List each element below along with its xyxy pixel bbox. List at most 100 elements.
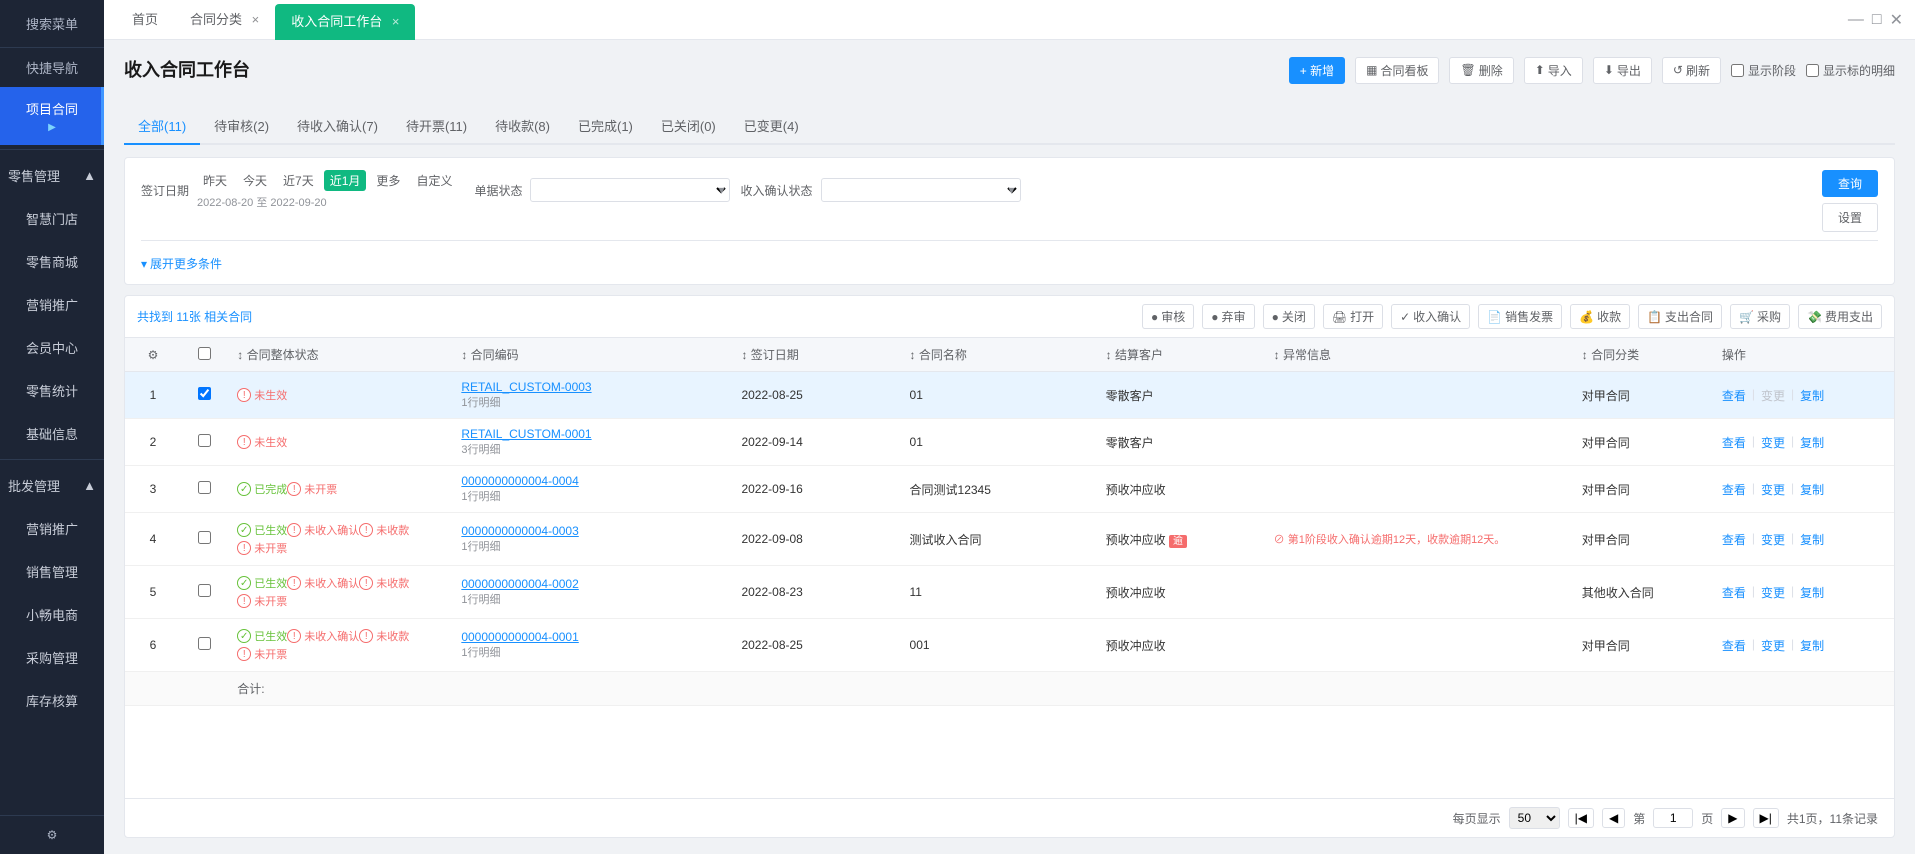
copy-link[interactable]: 复制 bbox=[1800, 584, 1824, 601]
sidebar-item-project[interactable]: 项目合同 ▶ bbox=[0, 87, 104, 145]
sidebar-item-wholesale-mgmt[interactable]: 批发管理 ▲ bbox=[0, 464, 104, 507]
view-link[interactable]: 查看 bbox=[1722, 531, 1746, 548]
tab-income-workbench[interactable]: 收入合同工作台 × bbox=[275, 4, 415, 40]
add-button[interactable]: + 新增 bbox=[1289, 57, 1345, 84]
edit-link[interactable]: 变更 bbox=[1761, 481, 1785, 498]
sidebar-item-marketing2[interactable]: 营销推广 bbox=[0, 507, 104, 550]
settings-icon[interactable]: ⚙ bbox=[148, 348, 159, 362]
view-link[interactable]: 查看 bbox=[1722, 584, 1746, 601]
row-checkbox[interactable] bbox=[198, 584, 211, 597]
edit-link[interactable]: 变更 bbox=[1761, 531, 1785, 548]
copy-link[interactable]: 复制 bbox=[1800, 481, 1824, 498]
last-page-btn[interactable]: ▶| bbox=[1753, 808, 1779, 828]
row-checkbox[interactable] bbox=[198, 531, 211, 544]
contract-code-link[interactable]: 0000000000004-0001 bbox=[461, 630, 578, 644]
sidebar-item-basic-info[interactable]: 基础信息 bbox=[0, 412, 104, 455]
purchase-btn[interactable]: 🛒 采购 bbox=[1730, 304, 1790, 329]
filter-tab-pending-income-confirm[interactable]: 待收入确认(7) bbox=[283, 108, 392, 145]
view-link[interactable]: 查看 bbox=[1722, 481, 1746, 498]
payment-btn[interactable]: 💰 收款 bbox=[1570, 304, 1630, 329]
export-button[interactable]: ⬇ 导出 bbox=[1593, 57, 1652, 84]
filter-tab-closed[interactable]: 已关闭(0) bbox=[647, 108, 730, 145]
review-btn[interactable]: ● 审核 bbox=[1142, 304, 1194, 329]
row-checkbox[interactable] bbox=[198, 637, 211, 650]
maximize-btn[interactable]: □ bbox=[1872, 11, 1882, 29]
view-link[interactable]: 查看 bbox=[1722, 434, 1746, 451]
edit-link[interactable]: 变更 bbox=[1761, 387, 1785, 404]
tab-home[interactable]: 首页 bbox=[116, 0, 174, 40]
show-stages-checkbox[interactable]: 显示阶段 bbox=[1731, 62, 1796, 79]
filter-tab-pending-payment[interactable]: 待收款(8) bbox=[481, 108, 564, 145]
sidebar-item-retail-mgmt[interactable]: 零售管理 ▲ bbox=[0, 154, 104, 197]
copy-link[interactable]: 复制 bbox=[1800, 531, 1824, 548]
filter-tab-changed[interactable]: 已变更(4) bbox=[730, 108, 813, 145]
date-last1month[interactable]: 近1月 bbox=[324, 170, 367, 191]
edit-link[interactable]: 变更 bbox=[1761, 637, 1785, 654]
date-custom[interactable]: 自定义 bbox=[410, 170, 458, 191]
edit-link[interactable]: 变更 bbox=[1761, 584, 1785, 601]
expand-conditions-btn[interactable]: ▾ 展开更多条件 bbox=[141, 255, 1878, 272]
tab-contract-cat[interactable]: 合同分类 × bbox=[174, 0, 275, 40]
sidebar-item-member[interactable]: 会员中心 bbox=[0, 326, 104, 369]
sidebar-item-inventory[interactable]: 库存核算 bbox=[0, 679, 104, 722]
sidebar-item-retail-stats[interactable]: 零售统计 bbox=[0, 369, 104, 412]
copy-link[interactable]: 复制 bbox=[1800, 387, 1824, 404]
expense-out-btn[interactable]: 💸 费用支出 bbox=[1798, 304, 1882, 329]
view-link[interactable]: 查看 bbox=[1722, 387, 1746, 404]
page-input[interactable] bbox=[1653, 808, 1693, 828]
date-yesterday[interactable]: 昨天 bbox=[197, 170, 233, 191]
contract-code-link[interactable]: 0000000000004-0003 bbox=[461, 524, 578, 538]
import-button[interactable]: ⬆ 导入 bbox=[1524, 57, 1583, 84]
minimize-btn[interactable]: — bbox=[1848, 11, 1864, 29]
contract-code-link[interactable]: 0000000000004-0004 bbox=[461, 474, 578, 488]
edit-link[interactable]: 变更 bbox=[1761, 434, 1785, 451]
sidebar-item-smart-store[interactable]: 智慧门店 bbox=[0, 197, 104, 240]
income-confirm-btn[interactable]: ✓ 收入确认 bbox=[1391, 304, 1470, 329]
tab-close-contract-cat[interactable]: × bbox=[252, 12, 260, 27]
sidebar-quick-nav[interactable]: 快捷导航 bbox=[0, 48, 104, 87]
income-confirm-select[interactable] bbox=[821, 178, 1021, 202]
view-link[interactable]: 查看 bbox=[1722, 637, 1746, 654]
date-more[interactable]: 更多 bbox=[370, 170, 406, 191]
prev-page-btn[interactable]: ◀ bbox=[1602, 808, 1625, 828]
sidebar-settings-icon[interactable]: ⚙ bbox=[0, 815, 104, 854]
filter-tab-pending-review[interactable]: 待审核(2) bbox=[200, 108, 283, 145]
row-checkbox[interactable] bbox=[198, 434, 211, 447]
contract-board-button[interactable]: ▦ 合同看板 bbox=[1355, 57, 1439, 84]
doc-status-select[interactable] bbox=[530, 178, 730, 202]
filter-tab-completed[interactable]: 已完成(1) bbox=[564, 108, 647, 145]
th-select-all[interactable] bbox=[181, 338, 227, 372]
close-btn[interactable]: ✕ bbox=[1890, 10, 1903, 30]
sidebar-search[interactable]: 搜索菜单 bbox=[0, 0, 104, 48]
filter-tab-pending-invoice[interactable]: 待开票(11) bbox=[392, 108, 481, 145]
first-page-btn[interactable]: |◀ bbox=[1568, 808, 1594, 828]
date-today[interactable]: 今天 bbox=[237, 170, 273, 191]
query-button[interactable]: 查询 bbox=[1822, 170, 1878, 197]
abandon-btn[interactable]: ● 弃审 bbox=[1202, 304, 1254, 329]
show-marked-checkbox[interactable]: 显示标的明细 bbox=[1806, 62, 1895, 79]
sidebar-item-xiaobo[interactable]: 小畅电商 bbox=[0, 593, 104, 636]
delete-button[interactable]: 🗑 删除 bbox=[1449, 57, 1513, 84]
print-btn[interactable]: 🖨 打开 bbox=[1323, 304, 1383, 329]
next-page-btn[interactable]: ▶ bbox=[1721, 808, 1744, 828]
filter-tab-all[interactable]: 全部(11) bbox=[124, 108, 200, 145]
tab-close-income-workbench[interactable]: × bbox=[392, 14, 400, 29]
copy-link[interactable]: 复制 bbox=[1800, 637, 1824, 654]
sidebar-item-purchase[interactable]: 采购管理 bbox=[0, 636, 104, 679]
search-settings-button[interactable]: 设置 bbox=[1822, 203, 1878, 232]
sales-invoice-btn[interactable]: 📄 销售发票 bbox=[1478, 304, 1562, 329]
sidebar-item-marketing[interactable]: 营销推广 bbox=[0, 283, 104, 326]
contract-code-link[interactable]: 0000000000004-0002 bbox=[461, 577, 578, 591]
contract-code-link[interactable]: RETAIL_CUSTOM-0003 bbox=[461, 380, 591, 394]
out-contract-btn[interactable]: 📋 支出合同 bbox=[1638, 304, 1722, 329]
th-settings[interactable]: ⚙ bbox=[125, 338, 181, 372]
contract-code-link[interactable]: RETAIL_CUSTOM-0001 bbox=[461, 427, 591, 441]
copy-link[interactable]: 复制 bbox=[1800, 434, 1824, 451]
close-contract-btn[interactable]: ● 关闭 bbox=[1263, 304, 1315, 329]
page-size-select[interactable]: 50 10 20 100 bbox=[1509, 807, 1560, 829]
date-last7[interactable]: 近7天 bbox=[277, 170, 320, 191]
sidebar-item-sales-mgmt[interactable]: 销售管理 bbox=[0, 550, 104, 593]
row-checkbox[interactable] bbox=[198, 387, 211, 400]
row-checkbox[interactable] bbox=[198, 481, 211, 494]
sidebar-item-retail-mall[interactable]: 零售商城 bbox=[0, 240, 104, 283]
